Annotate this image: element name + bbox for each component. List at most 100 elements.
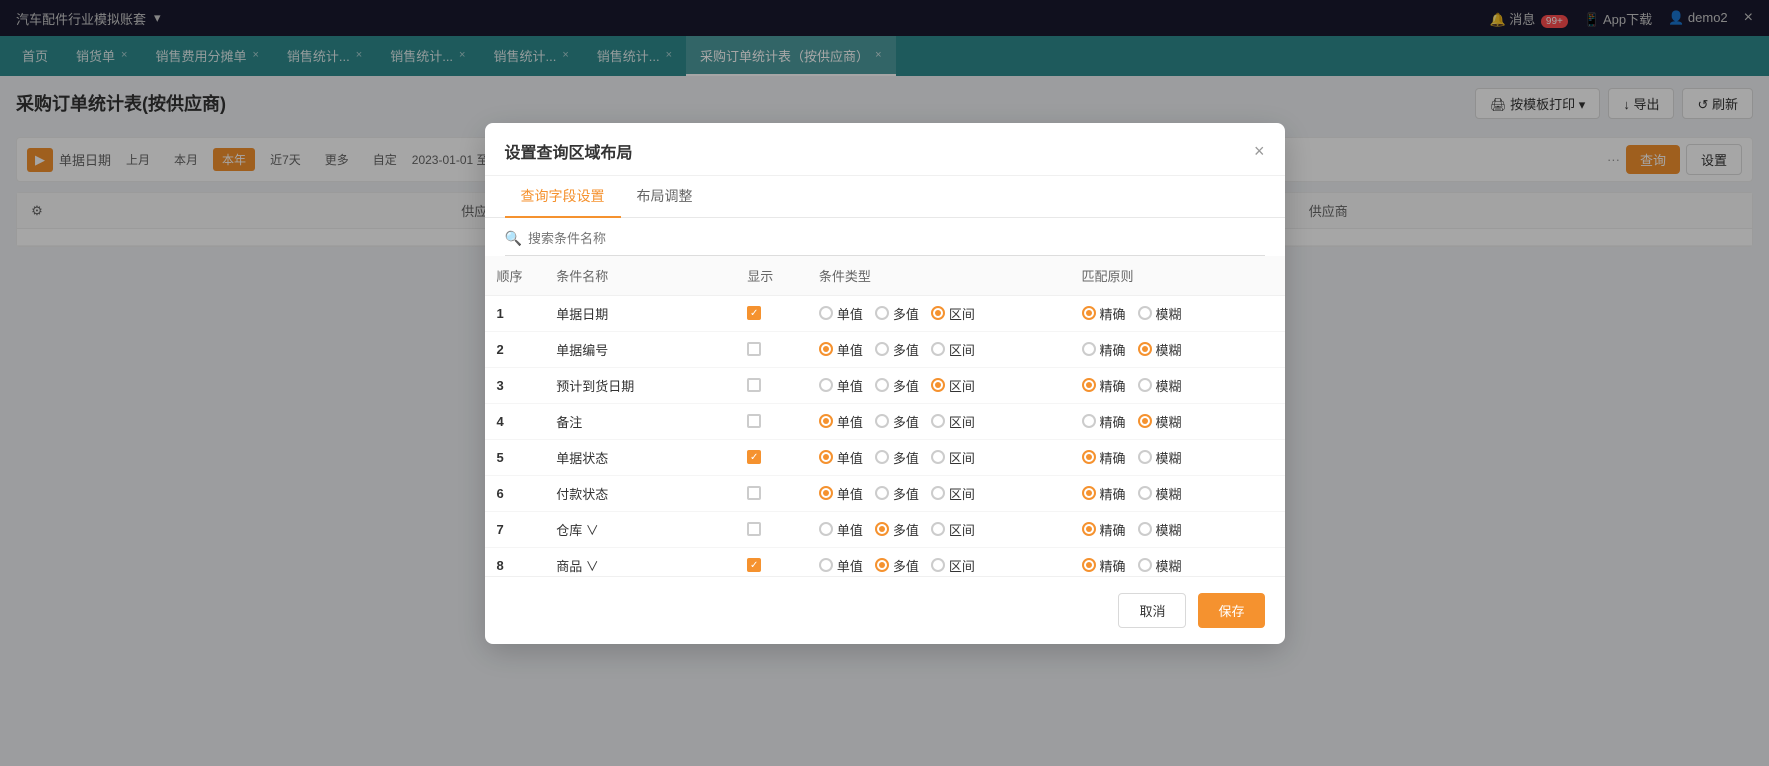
radio-type-多值[interactable]: 多值	[875, 376, 919, 395]
checkbox[interactable]	[747, 558, 761, 572]
row-match-radios: 精确模糊	[1070, 331, 1285, 367]
radio-circle	[1082, 486, 1096, 500]
radio-circle	[819, 378, 833, 392]
radio-match-精确[interactable]: 精确	[1082, 412, 1126, 431]
row-condition-name: 付款状态	[544, 475, 735, 511]
row-order: 6	[485, 475, 545, 511]
radio-match-精确[interactable]: 精确	[1082, 448, 1126, 467]
row-type-radios: 单值多值区间	[807, 403, 1070, 439]
tab-query-fields[interactable]: 查询字段设置	[505, 176, 621, 218]
radio-type-区间[interactable]: 区间	[931, 520, 975, 539]
row-display-checkbox[interactable]	[735, 547, 807, 576]
radio-match-精确[interactable]: 精确	[1082, 520, 1126, 539]
radio-circle	[1138, 486, 1152, 500]
radio-match-模糊[interactable]: 模糊	[1138, 412, 1182, 431]
row-type-radios: 单值多值区间	[807, 295, 1070, 331]
radio-type-区间[interactable]: 区间	[931, 304, 975, 323]
radio-type-单值[interactable]: 单值	[819, 376, 863, 395]
table-row: 4备注单值多值区间精确模糊	[485, 403, 1285, 439]
row-type-radios: 单值多值区间	[807, 547, 1070, 576]
radio-match-精确[interactable]: 精确	[1082, 556, 1126, 575]
radio-circle	[1082, 378, 1096, 392]
radio-circle	[931, 450, 945, 464]
radio-match-精确[interactable]: 精确	[1082, 340, 1126, 359]
row-display-checkbox[interactable]	[735, 403, 807, 439]
radio-type-多值[interactable]: 多值	[875, 448, 919, 467]
radio-circle	[819, 522, 833, 536]
radio-type-单值[interactable]: 单值	[819, 304, 863, 323]
radio-match-精确[interactable]: 精确	[1082, 376, 1126, 395]
radio-type-区间[interactable]: 区间	[931, 448, 975, 467]
row-display-checkbox[interactable]	[735, 295, 807, 331]
radio-circle	[1138, 378, 1152, 392]
radio-type-多值[interactable]: 多值	[875, 520, 919, 539]
radio-match-精确[interactable]: 精确	[1082, 484, 1126, 503]
radio-type-多值[interactable]: 多值	[875, 484, 919, 503]
row-display-checkbox[interactable]	[735, 475, 807, 511]
radio-type-区间[interactable]: 区间	[931, 412, 975, 431]
radio-match-模糊[interactable]: 模糊	[1138, 376, 1182, 395]
radio-type-单值[interactable]: 单值	[819, 340, 863, 359]
modal-close-button[interactable]: ×	[1254, 142, 1265, 160]
radio-type-单值[interactable]: 单值	[819, 556, 863, 575]
row-display-checkbox[interactable]	[735, 331, 807, 367]
radio-type-多值[interactable]: 多值	[875, 556, 919, 575]
row-match-radios: 精确模糊	[1070, 403, 1285, 439]
radio-circle	[1082, 306, 1096, 320]
radio-type-多值[interactable]: 多值	[875, 304, 919, 323]
checkbox[interactable]	[747, 414, 761, 428]
radio-type-区间[interactable]: 区间	[931, 484, 975, 503]
checkbox[interactable]	[747, 378, 761, 392]
radio-match-模糊[interactable]: 模糊	[1138, 340, 1182, 359]
row-order: 3	[485, 367, 545, 403]
radio-type-区间[interactable]: 区间	[931, 556, 975, 575]
table-row: 1单据日期单值多值区间精确模糊	[485, 295, 1285, 331]
row-display-checkbox[interactable]	[735, 439, 807, 475]
radio-match-精确[interactable]: 精确	[1082, 304, 1126, 323]
checkbox[interactable]	[747, 522, 761, 536]
row-type-radios: 单值多值区间	[807, 331, 1070, 367]
radio-match-模糊[interactable]: 模糊	[1138, 304, 1182, 323]
radio-circle	[1138, 522, 1152, 536]
table-row: 6付款状态单值多值区间精确模糊	[485, 475, 1285, 511]
radio-circle	[875, 378, 889, 392]
checkbox[interactable]	[747, 342, 761, 356]
radio-type-多值[interactable]: 多值	[875, 340, 919, 359]
radio-type-多值[interactable]: 多值	[875, 412, 919, 431]
radio-match-模糊[interactable]: 模糊	[1138, 556, 1182, 575]
row-match-radios: 精确模糊	[1070, 547, 1285, 576]
radio-type-区间[interactable]: 区间	[931, 340, 975, 359]
tab-layout[interactable]: 布局调整	[621, 176, 709, 218]
cancel-button[interactable]: 取消	[1118, 593, 1186, 628]
save-button[interactable]: 保存	[1198, 593, 1264, 628]
modal-title: 设置查询区域布局	[505, 139, 633, 163]
modal-footer: 取消 保存	[485, 576, 1285, 644]
table-row: 8商品 ∨单值多值区间精确模糊	[485, 547, 1285, 576]
radio-circle	[1138, 558, 1152, 572]
checkbox[interactable]	[747, 486, 761, 500]
row-display-checkbox[interactable]	[735, 367, 807, 403]
radio-match-模糊[interactable]: 模糊	[1138, 448, 1182, 467]
radio-circle	[875, 342, 889, 356]
search-box: 🔍	[505, 230, 1265, 256]
radio-type-单值[interactable]: 单值	[819, 412, 863, 431]
checkbox[interactable]	[747, 306, 761, 320]
radio-circle	[1138, 342, 1152, 356]
conditions-table-scroll[interactable]: 顺序 条件名称 显示 条件类型 匹配原则 1单据日期单值多值区间精确模糊2单据编…	[485, 256, 1285, 576]
radio-match-模糊[interactable]: 模糊	[1138, 520, 1182, 539]
radio-type-区间[interactable]: 区间	[931, 376, 975, 395]
row-condition-name: 备注	[544, 403, 735, 439]
row-display-checkbox[interactable]	[735, 511, 807, 547]
radio-circle	[819, 342, 833, 356]
row-order: 4	[485, 403, 545, 439]
radio-match-模糊[interactable]: 模糊	[1138, 484, 1182, 503]
radio-type-单值[interactable]: 单值	[819, 520, 863, 539]
radio-type-单值[interactable]: 单值	[819, 484, 863, 503]
modal-body: 顺序 条件名称 显示 条件类型 匹配原则 1单据日期单值多值区间精确模糊2单据编…	[485, 256, 1285, 576]
radio-circle	[931, 378, 945, 392]
row-type-radios: 单值多值区间	[807, 475, 1070, 511]
radio-type-单值[interactable]: 单值	[819, 448, 863, 467]
search-input[interactable]	[528, 231, 1265, 246]
table-row: 3预计到货日期单值多值区间精确模糊	[485, 367, 1285, 403]
checkbox[interactable]	[747, 450, 761, 464]
